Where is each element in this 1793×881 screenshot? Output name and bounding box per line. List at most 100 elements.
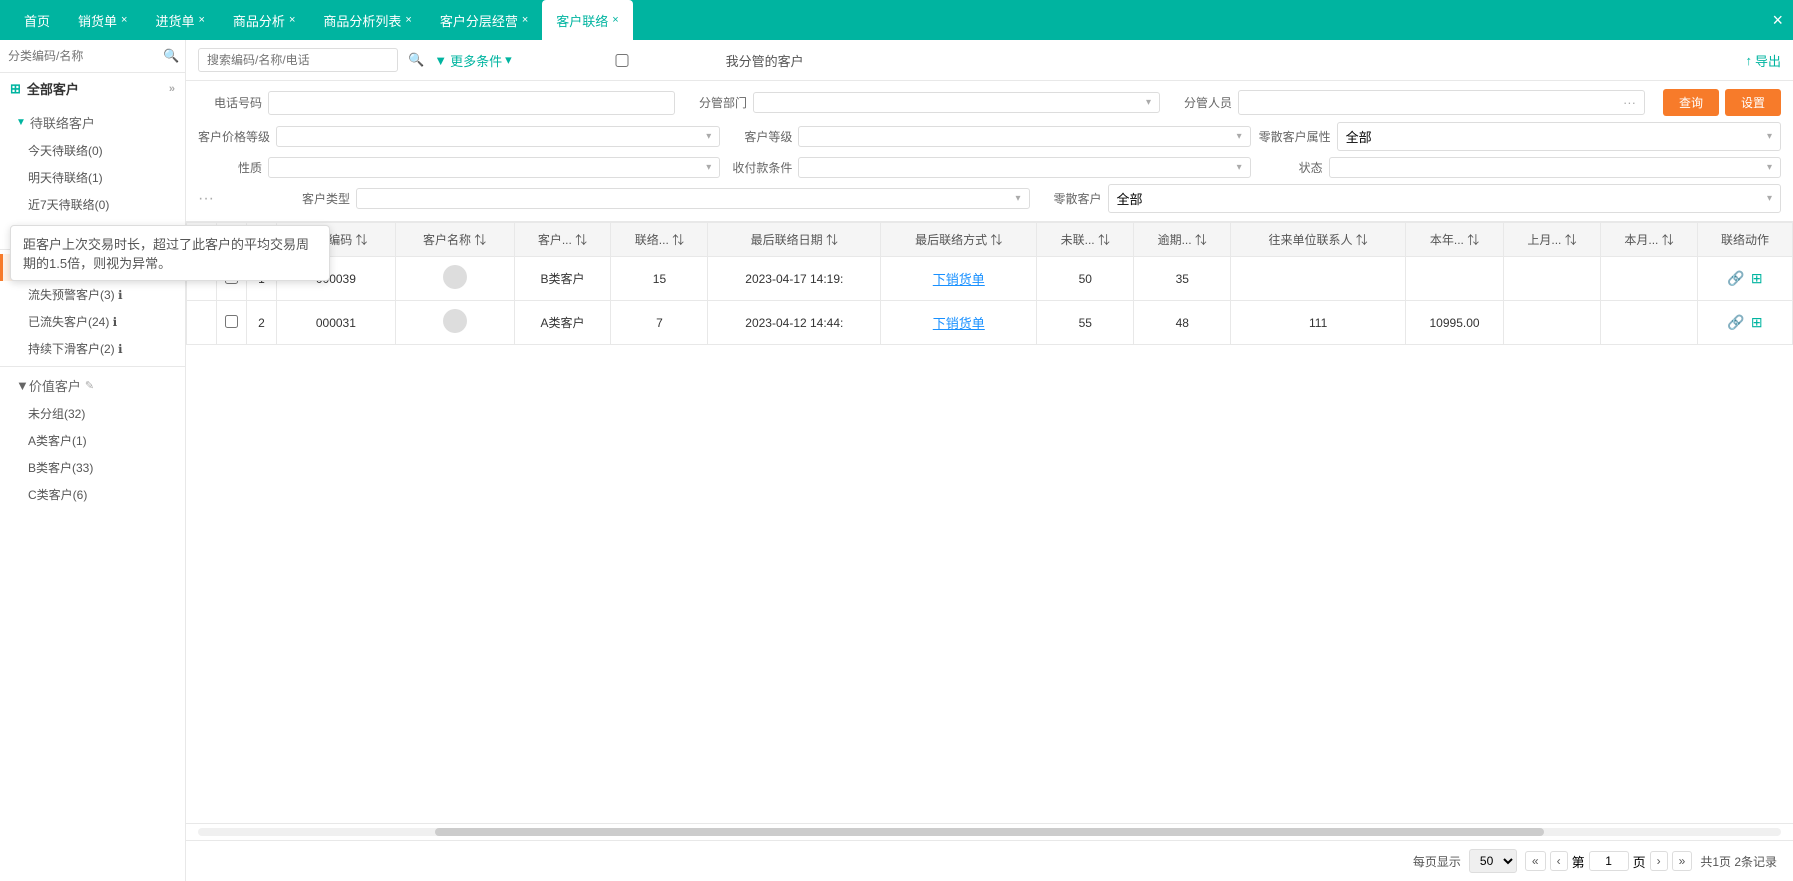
my-customers-checkbox[interactable]	[522, 54, 722, 67]
edit-icon[interactable]: ✎	[85, 379, 94, 392]
cell-last-method-2[interactable]: 下销货单	[881, 301, 1037, 345]
first-page-btn[interactable]: «	[1525, 851, 1546, 871]
advanced-filter: 电话号码 分管部门 ▾ 分管人员 ···	[186, 81, 1793, 222]
sidebar-pending-title[interactable]: ▼ 待联络客户	[0, 108, 185, 137]
filter-nature: 性质 ▾	[198, 157, 720, 178]
sidebar-search-input[interactable]	[8, 49, 163, 63]
customer-level-arrow-icon: ▾	[1237, 131, 1242, 142]
nav-close-sales[interactable]: ×	[121, 14, 127, 26]
col-header-name[interactable]: 客户名称 ⇅	[395, 223, 514, 257]
arrow-icon-2: ▼	[16, 378, 29, 393]
page-input[interactable]	[1589, 851, 1629, 871]
cell-type-2: A类客户	[514, 301, 611, 345]
sidebar-collapse-btn[interactable]: »	[169, 83, 175, 95]
avatar-2	[443, 309, 467, 333]
action-link-icon-2[interactable]: 🔗	[1727, 314, 1744, 331]
col-header-type[interactable]: 客户... ⇅	[514, 223, 611, 257]
close-all-button[interactable]: ×	[1772, 10, 1783, 31]
col-header-overdue[interactable]: 逾期... ⇅	[1134, 223, 1231, 257]
nav-item-sales[interactable]: 销货单 ×	[64, 0, 141, 40]
col-header-contact[interactable]: 联络... ⇅	[611, 223, 708, 257]
sidebar-item-classC[interactable]: C类客户(6)	[0, 481, 185, 508]
sidebar-item-declining[interactable]: 持续下滑客户(2) ℹ	[0, 335, 185, 362]
nav-close-analysis[interactable]: ×	[289, 14, 295, 26]
nav-item-analysis-list[interactable]: 商品分析列表 ×	[309, 0, 425, 40]
nav-item-customer-contact[interactable]: 客户联络 ×	[542, 0, 632, 40]
per-page-select[interactable]: 50	[1469, 849, 1517, 873]
last-method-link-1[interactable]: 下销货单	[933, 272, 985, 287]
sidebar-item-today[interactable]: 今天待联络(0)	[0, 137, 185, 164]
more-conditions-btn[interactable]: ▼ 更多条件 ▾	[434, 51, 511, 70]
table-area: ⚙ 客户编码 ⇅ 客户名称 ⇅ 客户... ⇅ 联络... ⇅ 最后联络日期 ⇅…	[186, 222, 1793, 823]
nav-item-home[interactable]: 首页	[10, 0, 64, 40]
dept-arrow-icon: ▾	[1146, 97, 1151, 108]
payment-label: 收付款条件	[728, 159, 798, 176]
retail-customer-select[interactable]: 全部 ▾	[1108, 184, 1782, 213]
retail-attr-select[interactable]: 全部 ▾	[1337, 122, 1781, 151]
payment-select[interactable]: ▾	[798, 157, 1250, 178]
filter-row-2: 客户价格等级 ▾ 客户等级 ▾ 零散客户属性	[198, 122, 1781, 151]
row-checkbox-2[interactable]	[225, 315, 238, 328]
col-header-last-method[interactable]: 最后联络方式 ⇅	[881, 223, 1037, 257]
search-button[interactable]: 🔍	[408, 52, 424, 68]
filter-customer-level: 客户等级 ▾	[728, 126, 1250, 147]
col-header-contact-person[interactable]: 往来单位联系人 ⇅	[1231, 223, 1406, 257]
search-input[interactable]	[198, 48, 398, 72]
more-dots-icon[interactable]: ···	[198, 190, 214, 208]
sidebar-item-churned[interactable]: 已流失客户(24) ℹ	[0, 308, 185, 335]
cell-overdue-2: 48	[1134, 301, 1231, 345]
col-header-this-month[interactable]: 本月... ⇅	[1601, 223, 1698, 257]
sidebar-item-ungroup[interactable]: 未分组(32)	[0, 400, 185, 427]
customer-type-select[interactable]: ▾	[356, 188, 1030, 209]
nav-item-analysis[interactable]: 商品分析 ×	[219, 0, 309, 40]
action-link-icon-1[interactable]: 🔗	[1727, 270, 1744, 287]
filter-customer-type: 客户类型 ▾	[286, 188, 1030, 209]
last-page-btn[interactable]: »	[1672, 851, 1693, 871]
cell-name-2	[395, 301, 514, 345]
col-header-last-month[interactable]: 上月... ⇅	[1504, 223, 1601, 257]
nav-close-customer-mgmt[interactable]: ×	[522, 14, 528, 26]
col-header-uncontacted[interactable]: 未联... ⇅	[1037, 223, 1134, 257]
customer-level-select[interactable]: ▾	[798, 126, 1250, 147]
scrollbar-thumb[interactable]	[435, 828, 1543, 836]
query-button[interactable]: 查询	[1663, 89, 1719, 116]
cell-type-1: B类客户	[514, 257, 611, 301]
sidebar-item-classA[interactable]: A类客户(1)	[0, 427, 185, 454]
nav-close-customer-contact[interactable]: ×	[612, 14, 618, 26]
cell-idx-2: 2	[247, 301, 277, 345]
my-customers-checkbox-label[interactable]: 我分管的客户	[522, 51, 804, 70]
export-button[interactable]: ↑ 导出	[1745, 51, 1781, 70]
last-method-link-2[interactable]: 下销货单	[933, 316, 985, 331]
status-label: 状态	[1259, 159, 1329, 176]
sidebar-item-classB[interactable]: B类客户(33)	[0, 454, 185, 481]
next-page-btn[interactable]: ›	[1650, 851, 1668, 871]
person-select[interactable]: ···	[1238, 90, 1645, 115]
status-select[interactable]: ▾	[1329, 157, 1781, 178]
action-qr-icon-2[interactable]: ⊞	[1751, 314, 1763, 331]
horizontal-scrollbar[interactable]	[186, 823, 1793, 840]
sidebar-item-churn-warn[interactable]: 流失预警客户(3) ℹ	[0, 281, 185, 308]
price-level-select[interactable]: ▾	[276, 126, 720, 147]
sidebar-item-tomorrow[interactable]: 明天待联络(1)	[0, 164, 185, 191]
dept-select[interactable]: ▾	[753, 92, 1160, 113]
col-header-last-date[interactable]: 最后联络日期 ⇅	[708, 223, 881, 257]
sidebar-item-7days[interactable]: 近7天待联络(0)	[0, 191, 185, 218]
prev-page-btn[interactable]: ‹	[1550, 851, 1568, 871]
nav-item-customer-mgmt[interactable]: 客户分层经营 ×	[426, 0, 542, 40]
cell-settings-2	[187, 301, 217, 345]
sidebar-value-title[interactable]: ▼ 价值客户 ✎	[0, 371, 185, 400]
cell-check-2[interactable]	[217, 301, 247, 345]
nav-item-purchase[interactable]: 进货单 ×	[141, 0, 218, 40]
cell-this-month-1	[1601, 257, 1698, 301]
nav-close-purchase[interactable]: ×	[198, 14, 204, 26]
action-qr-icon-1[interactable]: ⊞	[1751, 270, 1763, 287]
cell-last-method-1[interactable]: 下销货单	[881, 257, 1037, 301]
phone-input[interactable]	[268, 91, 675, 115]
cell-last-month-2	[1504, 301, 1601, 345]
cell-uncontacted-2: 55	[1037, 301, 1134, 345]
settings-button[interactable]: 设置	[1725, 89, 1781, 116]
col-header-this-year[interactable]: 本年... ⇅	[1406, 223, 1504, 257]
nature-select[interactable]: ▾	[268, 157, 720, 178]
nav-close-analysis-list[interactable]: ×	[405, 14, 411, 26]
sidebar-search-icon[interactable]: 🔍	[163, 48, 179, 64]
